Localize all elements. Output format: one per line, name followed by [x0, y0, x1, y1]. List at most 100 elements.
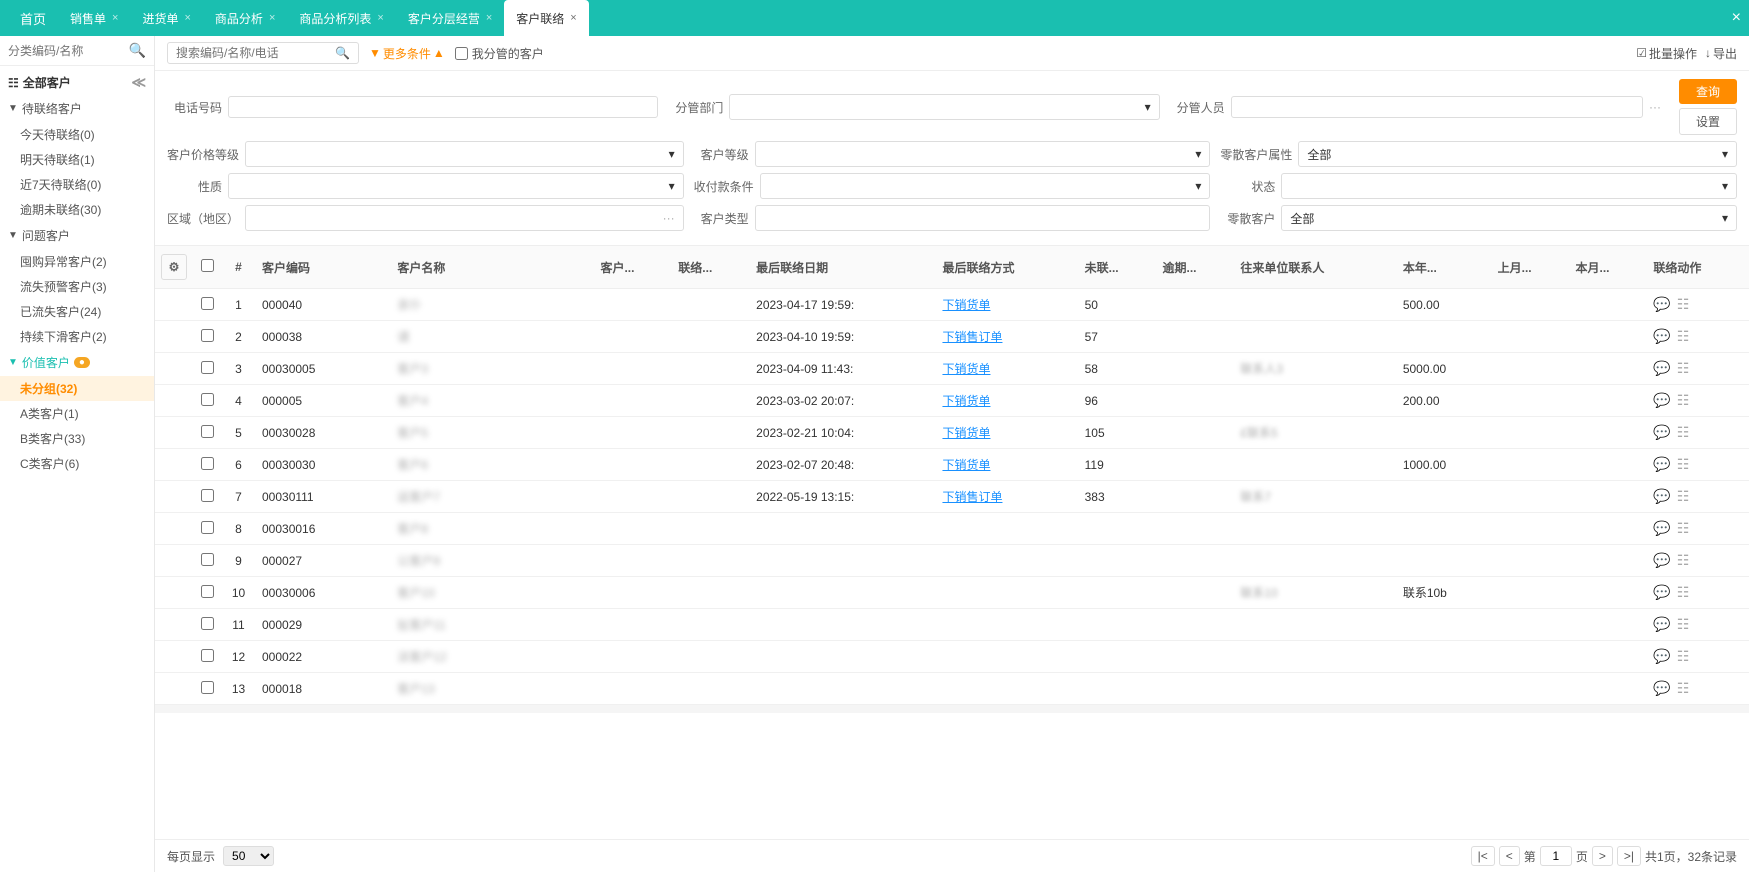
filter-customer-type-select[interactable]	[755, 205, 1211, 231]
cell-check-12[interactable]	[193, 673, 221, 705]
row-checkbox-3[interactable]	[201, 393, 214, 406]
row-checkbox-10[interactable]	[201, 617, 214, 630]
filter-dept-select[interactable]: ▾	[729, 94, 1159, 120]
sidebar-item-type-c[interactable]: C类客户(6)	[0, 451, 154, 476]
filter-region-select[interactable]: ···	[245, 205, 684, 231]
grid-action-icon-0[interactable]: ☷	[1677, 296, 1690, 313]
page-size-select[interactable]: 50 100 200	[223, 846, 274, 866]
select-all-checkbox[interactable]	[201, 259, 214, 272]
cell-check-1[interactable]	[193, 321, 221, 353]
cell-check-3[interactable]	[193, 385, 221, 417]
cell-last-method-1[interactable]: 下销售订单	[936, 321, 1078, 353]
close-goods-list-icon[interactable]: ×	[377, 12, 383, 24]
comment-icon-2[interactable]: 💬	[1653, 360, 1670, 377]
nav-customer-contact[interactable]: 客户联络 ×	[504, 0, 588, 36]
th-name[interactable]: 客户名称	[391, 246, 594, 289]
filter-person-input[interactable]	[1231, 96, 1643, 118]
th-this-month[interactable]: 本月...	[1569, 246, 1647, 289]
more-conditions-btn[interactable]: ▼ 更多条件 ▲	[369, 45, 445, 62]
grid-action-icon-12[interactable]: ☷	[1677, 680, 1690, 697]
query-btn[interactable]: 查询	[1679, 79, 1737, 104]
comment-icon-9[interactable]: 💬	[1653, 584, 1670, 601]
filter-retail-attr-select[interactable]: 全部 ▾	[1298, 141, 1737, 167]
grid-action-icon-2[interactable]: ☷	[1677, 360, 1690, 377]
grid-action-icon-4[interactable]: ☷	[1677, 424, 1690, 441]
close-customer-contact-icon[interactable]: ×	[570, 12, 576, 24]
th-overdue[interactable]: 逾期...	[1156, 246, 1234, 289]
group-problem-customers[interactable]: ▼ 问题客户	[0, 222, 154, 249]
prev-page-btn[interactable]: <	[1499, 846, 1520, 866]
contact-method-link-4[interactable]: 下销货单	[942, 426, 990, 440]
contact-method-link-6[interactable]: 下销售订单	[942, 490, 1002, 504]
grid-action-icon-10[interactable]: ☷	[1677, 616, 1690, 633]
my-customers-filter[interactable]: 我分管的客户	[455, 45, 544, 62]
group-pending-contact[interactable]: ▼ 待联络客户	[0, 95, 154, 122]
group-value-customers[interactable]: ▼ 价值客户 ●	[0, 349, 154, 376]
last-page-btn[interactable]: >|	[1617, 846, 1641, 866]
cell-check-0[interactable]	[193, 289, 221, 321]
filter-phone-input[interactable]	[228, 96, 658, 118]
nav-home[interactable]: 首页	[8, 9, 58, 28]
cell-check-11[interactable]	[193, 641, 221, 673]
row-checkbox-6[interactable]	[201, 489, 214, 502]
nav-customer-tier[interactable]: 客户分层经营 ×	[396, 0, 504, 36]
row-checkbox-8[interactable]	[201, 553, 214, 566]
comment-icon-8[interactable]: 💬	[1653, 552, 1670, 569]
cell-last-method-2[interactable]: 下销货单	[936, 353, 1078, 385]
sidebar-item-churn-warning[interactable]: 流失预警客户(3)	[0, 274, 154, 299]
close-sales-icon[interactable]: ×	[112, 12, 118, 24]
cell-check-8[interactable]	[193, 545, 221, 577]
gear-btn[interactable]: ⚙	[161, 254, 187, 280]
row-checkbox-12[interactable]	[201, 681, 214, 694]
sidebar-item-churned[interactable]: 已流失客户(24)	[0, 299, 154, 324]
cell-last-method-4[interactable]: 下销货单	[936, 417, 1078, 449]
contact-method-link-1[interactable]: 下销售订单	[942, 330, 1002, 344]
comment-icon-12[interactable]: 💬	[1653, 680, 1670, 697]
nav-sales[interactable]: 销售单 ×	[58, 0, 130, 36]
filter-retail-select[interactable]: 全部 ▾	[1281, 205, 1737, 231]
my-customers-checkbox[interactable]	[455, 47, 468, 60]
sidebar-item-type-b[interactable]: B类客户(33)	[0, 426, 154, 451]
th-last-contact-date[interactable]: 最后联络日期	[750, 246, 936, 289]
comment-icon-4[interactable]: 💬	[1653, 424, 1670, 441]
row-checkbox-4[interactable]	[201, 425, 214, 438]
sidebar-collapse-icon[interactable]: ≪	[131, 74, 146, 91]
cell-check-7[interactable]	[193, 513, 221, 545]
comment-icon-7[interactable]: 💬	[1653, 520, 1670, 537]
row-checkbox-1[interactable]	[201, 329, 214, 342]
close-purchase-icon[interactable]: ×	[184, 12, 190, 24]
comment-icon-3[interactable]: 💬	[1653, 392, 1670, 409]
nav-goods-analysis[interactable]: 商品分析 ×	[203, 0, 287, 36]
grid-action-icon-3[interactable]: ☷	[1677, 392, 1690, 409]
cell-last-method-5[interactable]: 下销货单	[936, 449, 1078, 481]
close-all-icon[interactable]: ×	[1732, 9, 1741, 27]
export-btn[interactable]: ↓ 导出	[1705, 45, 1737, 62]
sidebar-item-today[interactable]: 今天待联络(0)	[0, 122, 154, 147]
nav-purchase[interactable]: 进货单 ×	[130, 0, 202, 36]
comment-icon-0[interactable]: 💬	[1653, 296, 1670, 313]
th-this-year[interactable]: 本年...	[1397, 246, 1492, 289]
grid-action-icon-1[interactable]: ☷	[1677, 328, 1690, 345]
th-last-contact-method[interactable]: 最后联络方式	[936, 246, 1078, 289]
contact-method-link-0[interactable]: 下销货单	[942, 298, 990, 312]
reset-btn[interactable]: 设置	[1679, 108, 1737, 135]
filter-nature-select[interactable]: ▾	[228, 173, 684, 199]
grid-action-icon-9[interactable]: ☷	[1677, 584, 1690, 601]
main-search-box[interactable]: 🔍	[167, 42, 359, 64]
sidebar-item-type-a[interactable]: A类客户(1)	[0, 401, 154, 426]
cell-check-6[interactable]	[193, 481, 221, 513]
horizontal-scrollbar[interactable]	[155, 705, 1749, 713]
cell-check-2[interactable]	[193, 353, 221, 385]
row-checkbox-2[interactable]	[201, 361, 214, 374]
grid-action-icon-11[interactable]: ☷	[1677, 648, 1690, 665]
th-gear[interactable]: ⚙	[155, 246, 193, 289]
grid-action-icon-6[interactable]: ☷	[1677, 488, 1690, 505]
comment-icon-10[interactable]: 💬	[1653, 616, 1670, 633]
nav-goods-list[interactable]: 商品分析列表 ×	[287, 0, 395, 36]
more-icon[interactable]: ···	[1649, 100, 1661, 114]
sidebar-item-declining[interactable]: 持续下滑客户(2)	[0, 324, 154, 349]
sidebar-item-ungroup[interactable]: 未分组(32)	[0, 376, 154, 401]
cell-last-method-6[interactable]: 下销售订单	[936, 481, 1078, 513]
cell-check-4[interactable]	[193, 417, 221, 449]
filter-price-level-select[interactable]: ▾	[245, 141, 684, 167]
